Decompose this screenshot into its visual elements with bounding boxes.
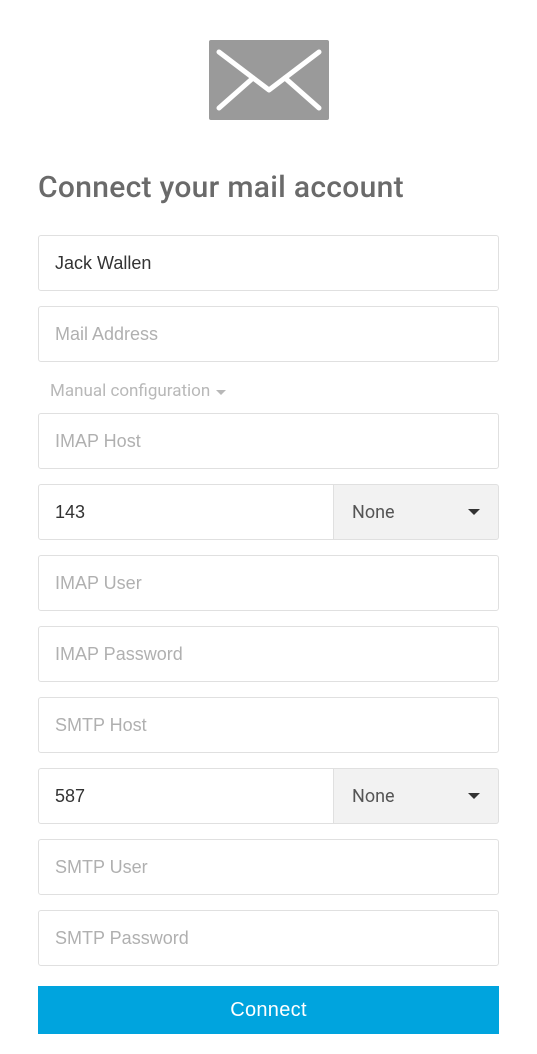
- mail-address-input[interactable]: [38, 306, 499, 362]
- icon-wrapper: [38, 40, 499, 120]
- smtp-host-input[interactable]: [38, 697, 499, 753]
- manual-config-toggle[interactable]: Manual configuration: [38, 377, 499, 413]
- smtp-port-input[interactable]: [38, 768, 334, 824]
- manual-config-label: Manual configuration: [50, 381, 210, 401]
- smtp-security-select[interactable]: None: [334, 768, 499, 824]
- page-title: Connect your mail account: [38, 170, 499, 205]
- connect-button[interactable]: Connect: [38, 986, 499, 1034]
- imap-security-select[interactable]: None: [334, 484, 499, 540]
- caret-down-icon: [216, 390, 226, 395]
- imap-host-input[interactable]: [38, 413, 499, 469]
- imap-user-input[interactable]: [38, 555, 499, 611]
- imap-security-value: None: [352, 502, 395, 523]
- smtp-user-input[interactable]: [38, 839, 499, 895]
- imap-port-input[interactable]: [38, 484, 334, 540]
- smtp-security-value: None: [352, 786, 395, 807]
- caret-down-icon: [468, 509, 480, 515]
- smtp-password-input[interactable]: [38, 910, 499, 966]
- caret-down-icon: [468, 793, 480, 799]
- name-input[interactable]: [38, 235, 499, 291]
- mail-icon: [209, 40, 329, 120]
- imap-password-input[interactable]: [38, 626, 499, 682]
- mail-setup-form: Connect your mail account Manual configu…: [0, 0, 537, 1054]
